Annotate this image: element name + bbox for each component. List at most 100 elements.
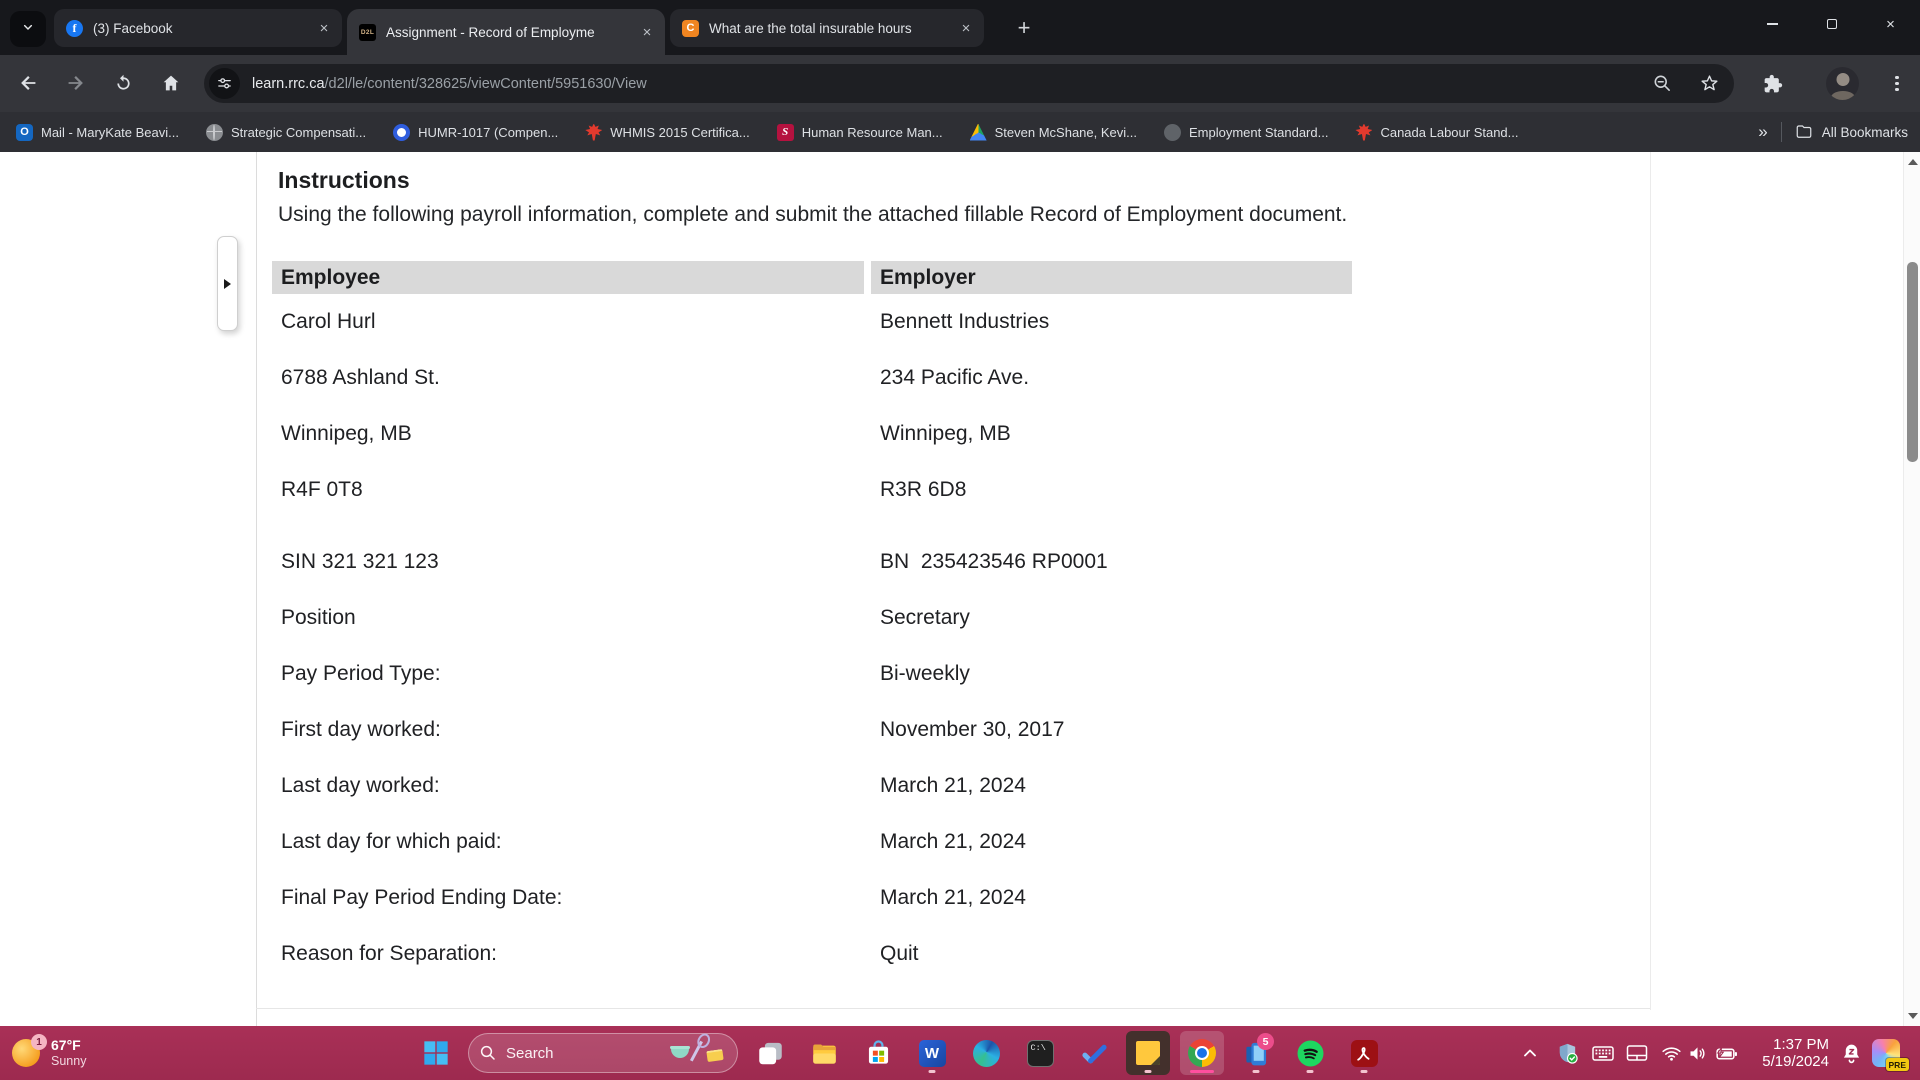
tab-close-icon[interactable]: × <box>314 18 334 38</box>
home-button[interactable] <box>154 66 188 100</box>
table-header-employee: Employee <box>272 261 864 294</box>
back-arrow-icon <box>18 72 40 94</box>
battery-charging-icon <box>1713 1041 1738 1066</box>
browser-tab[interactable]: (3) Facebook × <box>54 9 342 47</box>
table-cell-left: Winnipeg, MB <box>272 422 871 446</box>
bookmark-item[interactable]: Human Resource Man... <box>777 124 943 141</box>
weather-badge: 1 <box>31 1034 47 1050</box>
extensions-button[interactable] <box>1756 67 1789 100</box>
bookmark-favicon-icon <box>585 124 602 141</box>
table-row: First day worked: November 30, 2017 <box>272 702 1352 758</box>
zoom-out-button[interactable] <box>1652 73 1673 94</box>
bookmark-item[interactable]: Strategic Compensati... <box>206 124 366 141</box>
search-icon <box>479 1044 497 1062</box>
volume-button[interactable] <box>1687 1043 1708 1064</box>
window-minimize-button[interactable] <box>1743 0 1802 48</box>
notifications-button[interactable] <box>1839 1041 1864 1066</box>
edge-button[interactable] <box>964 1031 1008 1075</box>
tab-title: (3) Facebook <box>93 21 308 36</box>
divider <box>1650 152 1651 1010</box>
table-cell-right: Secretary <box>871 606 970 630</box>
spotify-button[interactable] <box>1288 1031 1332 1075</box>
acrobat-button[interactable] <box>1342 1031 1386 1075</box>
bookmark-label: Strategic Compensati... <box>231 125 366 140</box>
window-close-button[interactable]: × <box>1861 0 1920 48</box>
reload-button[interactable] <box>106 66 140 100</box>
tab-favicon-icon <box>682 20 699 37</box>
table-cell-right: March 21, 2024 <box>871 774 1026 798</box>
bookmark-item[interactable]: Steven McShane, Kevi... <box>970 124 1137 141</box>
table-row: Position Secretary <box>272 590 1352 646</box>
start-button[interactable] <box>414 1031 458 1075</box>
browser-menu-button[interactable] <box>1884 67 1910 100</box>
chrome-button[interactable] <box>1180 1031 1224 1075</box>
tab-search-button[interactable] <box>10 11 46 47</box>
table-cell-right: Quit <box>871 942 919 966</box>
table-row: Reason for Separation: Quit <box>272 926 1352 982</box>
all-bookmarks-button[interactable]: All Bookmarks <box>1795 123 1908 141</box>
weather-widget[interactable]: 1 67°F Sunny <box>12 1026 86 1080</box>
chrome-icon <box>1188 1039 1216 1067</box>
task-view-button[interactable] <box>748 1031 792 1075</box>
touchpad-button[interactable] <box>1625 1041 1649 1065</box>
divider <box>1781 122 1782 142</box>
sticky-notes-button[interactable] <box>1126 1031 1170 1075</box>
battery-button[interactable] <box>1713 1041 1738 1066</box>
bookmark-item[interactable]: HUMR-1017 (Compen... <box>393 124 558 141</box>
wifi-button[interactable] <box>1661 1043 1682 1064</box>
bookmark-star-button[interactable] <box>1699 73 1720 94</box>
taskbar-search-box[interactable]: Search <box>468 1033 738 1073</box>
bookmarks-overflow-button[interactable]: » <box>1758 122 1767 142</box>
instructions-text: Using the following payroll information,… <box>278 203 1347 227</box>
url-text[interactable]: learn.rrc.ca/d2l/le/content/328625/viewC… <box>252 76 647 92</box>
browser-tab[interactable]: Assignment - Record of Employme × <box>347 9 665 55</box>
phone-link-button[interactable]: 5 <box>1234 1031 1278 1075</box>
bookmark-favicon-icon <box>970 124 987 141</box>
scroll-up-arrow-icon[interactable] <box>1908 159 1918 165</box>
command-prompt-icon <box>1027 1040 1054 1067</box>
tab-close-icon[interactable]: × <box>956 18 976 38</box>
microsoft-store-button[interactable] <box>856 1031 900 1075</box>
sidebar-expand-handle[interactable] <box>217 236 238 331</box>
table-row: Carol Hurl Bennett Industries <box>272 294 1352 350</box>
browser-tab[interactable]: What are the total insurable hours × <box>670 9 984 47</box>
word-button[interactable]: W <box>910 1031 954 1075</box>
bookmark-item[interactable]: Mail - MaryKate Beavi... <box>16 124 179 141</box>
bookmark-favicon-icon <box>1164 124 1181 141</box>
taskbar-clock[interactable]: 1:37 PM 5/19/2024 <box>1762 1036 1829 1070</box>
forward-button[interactable] <box>58 66 92 100</box>
site-info-button[interactable] <box>209 68 240 99</box>
table-header-employer: Employer <box>871 261 1352 294</box>
reload-icon <box>113 73 134 94</box>
terminal-button[interactable] <box>1018 1031 1062 1075</box>
chevron-up-icon <box>1520 1043 1540 1063</box>
table-cell-left: First day worked: <box>272 718 871 742</box>
window-maximize-button[interactable] <box>1802 0 1861 48</box>
all-bookmarks-label: All Bookmarks <box>1822 125 1908 140</box>
copilot-button[interactable]: PRE <box>1872 1039 1900 1067</box>
bookmark-item[interactable]: WHMIS 2015 Certifica... <box>585 124 749 141</box>
edge-icon <box>973 1040 1000 1067</box>
security-shield-button[interactable] <box>1556 1042 1579 1065</box>
divider <box>256 152 257 1026</box>
touch-keyboard-button[interactable] <box>1591 1041 1615 1065</box>
profile-avatar[interactable] <box>1826 67 1859 100</box>
minimize-icon <box>1767 23 1778 25</box>
new-tab-button[interactable]: + <box>1010 14 1038 42</box>
hidden-icons-button[interactable] <box>1520 1043 1540 1063</box>
back-button[interactable] <box>12 66 46 100</box>
bookmark-item[interactable]: Canada Labour Stand... <box>1355 124 1518 141</box>
tab-title: What are the total insurable hours <box>709 21 950 36</box>
bookmark-favicon-icon <box>393 124 410 141</box>
table-cell-right: Winnipeg, MB <box>871 422 1011 446</box>
vertical-scrollbar[interactable] <box>1903 152 1920 1026</box>
bookmark-label: WHMIS 2015 Certifica... <box>610 125 749 140</box>
file-explorer-button[interactable] <box>802 1031 846 1075</box>
todo-button[interactable] <box>1072 1031 1116 1075</box>
tab-close-icon[interactable]: × <box>637 22 657 42</box>
address-bar[interactable]: learn.rrc.ca/d2l/le/content/328625/viewC… <box>204 64 1734 103</box>
scrollbar-thumb[interactable] <box>1907 262 1918 462</box>
scroll-down-arrow-icon[interactable] <box>1908 1013 1918 1019</box>
table-row: R4F 0T8 R3R 6D8 <box>272 462 1352 518</box>
bookmark-item[interactable]: Employment Standard... <box>1164 124 1328 141</box>
